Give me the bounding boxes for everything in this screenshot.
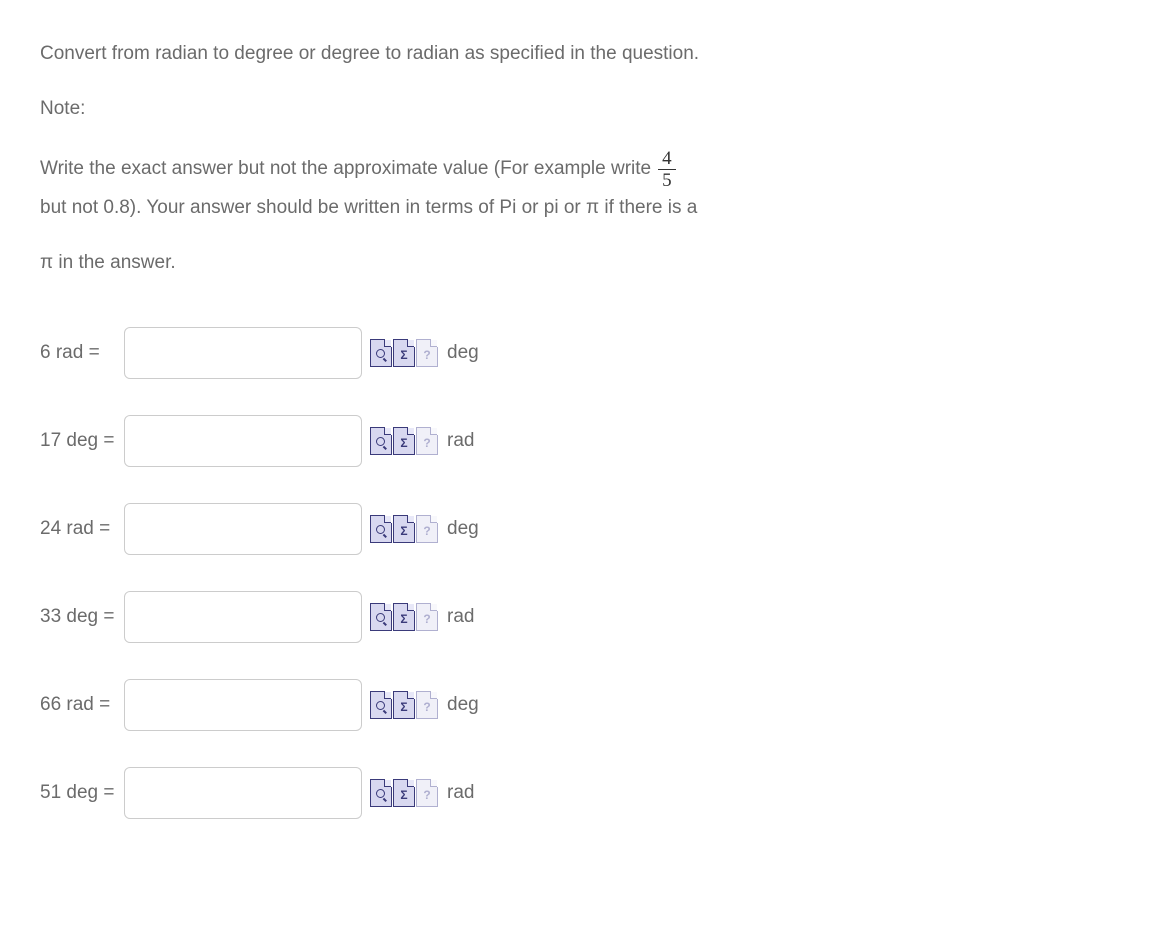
question-row: 24 rad = Σ ? deg [40,503,1116,555]
icon-group: Σ ? [370,339,439,367]
answer-input[interactable] [124,591,362,643]
help-icon[interactable]: ? [416,603,438,631]
question-label: 17 deg = [40,430,118,452]
preview-icon[interactable] [370,603,392,631]
equation-editor-icon[interactable]: Σ [393,515,415,543]
preview-icon[interactable] [370,779,392,807]
answer-input[interactable] [124,767,362,819]
question-row: 17 deg = Σ ? rad [40,415,1116,467]
question-row: 33 deg = Σ ? rad [40,591,1116,643]
fraction-denominator: 5 [658,170,676,190]
equation-editor-icon[interactable]: Σ [393,339,415,367]
icon-group: Σ ? [370,779,439,807]
fraction-numerator: 4 [658,149,676,170]
note-label: Note: [40,95,1116,124]
icon-group: Σ ? [370,691,439,719]
question-label: 6 rad = [40,342,118,364]
answer-input[interactable] [124,327,362,379]
question-label: 66 rad = [40,694,118,716]
equation-editor-icon[interactable]: Σ [393,691,415,719]
question-row: 51 deg = Σ ? rad [40,767,1116,819]
equation-editor-icon[interactable]: Σ [393,779,415,807]
answer-input[interactable] [124,503,362,555]
unit-label: deg [447,518,479,540]
question-label: 33 deg = [40,606,118,628]
answer-input[interactable] [124,679,362,731]
question-label: 51 deg = [40,782,118,804]
instructions-block: Convert from radian to degree or degree … [40,40,1116,277]
preview-icon[interactable] [370,339,392,367]
text-before-fraction: Write the exact answer but not the appro… [40,155,651,184]
icon-group: Σ ? [370,427,439,455]
question-row: 66 rad = Σ ? deg [40,679,1116,731]
unit-label: deg [447,342,479,364]
instruction-line-3: Write the exact answer but not the appro… [40,149,1116,223]
help-icon[interactable]: ? [416,515,438,543]
question-label: 24 rad = [40,518,118,540]
unit-label: rad [447,782,474,804]
help-icon[interactable]: ? [416,339,438,367]
fraction-example: 4 5 [658,149,676,190]
instruction-line-1: Convert from radian to degree or degree … [40,40,1116,69]
answer-input[interactable] [124,415,362,467]
icon-group: Σ ? [370,603,439,631]
unit-label: rad [447,430,474,452]
preview-icon[interactable] [370,515,392,543]
unit-label: rad [447,606,474,628]
help-icon[interactable]: ? [416,691,438,719]
equation-editor-icon[interactable]: Σ [393,427,415,455]
question-row: 6 rad = Σ ? deg [40,327,1116,379]
text-after-fraction: but not 0.8). Your answer should be writ… [40,194,697,223]
questions-container: 6 rad = Σ ? deg 17 deg = Σ ? rad 24 rad … [40,327,1116,819]
preview-icon[interactable] [370,691,392,719]
equation-editor-icon[interactable]: Σ [393,603,415,631]
help-icon[interactable]: ? [416,779,438,807]
preview-icon[interactable] [370,427,392,455]
instruction-line-4: π in the answer. [40,249,1116,278]
icon-group: Σ ? [370,515,439,543]
unit-label: deg [447,694,479,716]
help-icon[interactable]: ? [416,427,438,455]
